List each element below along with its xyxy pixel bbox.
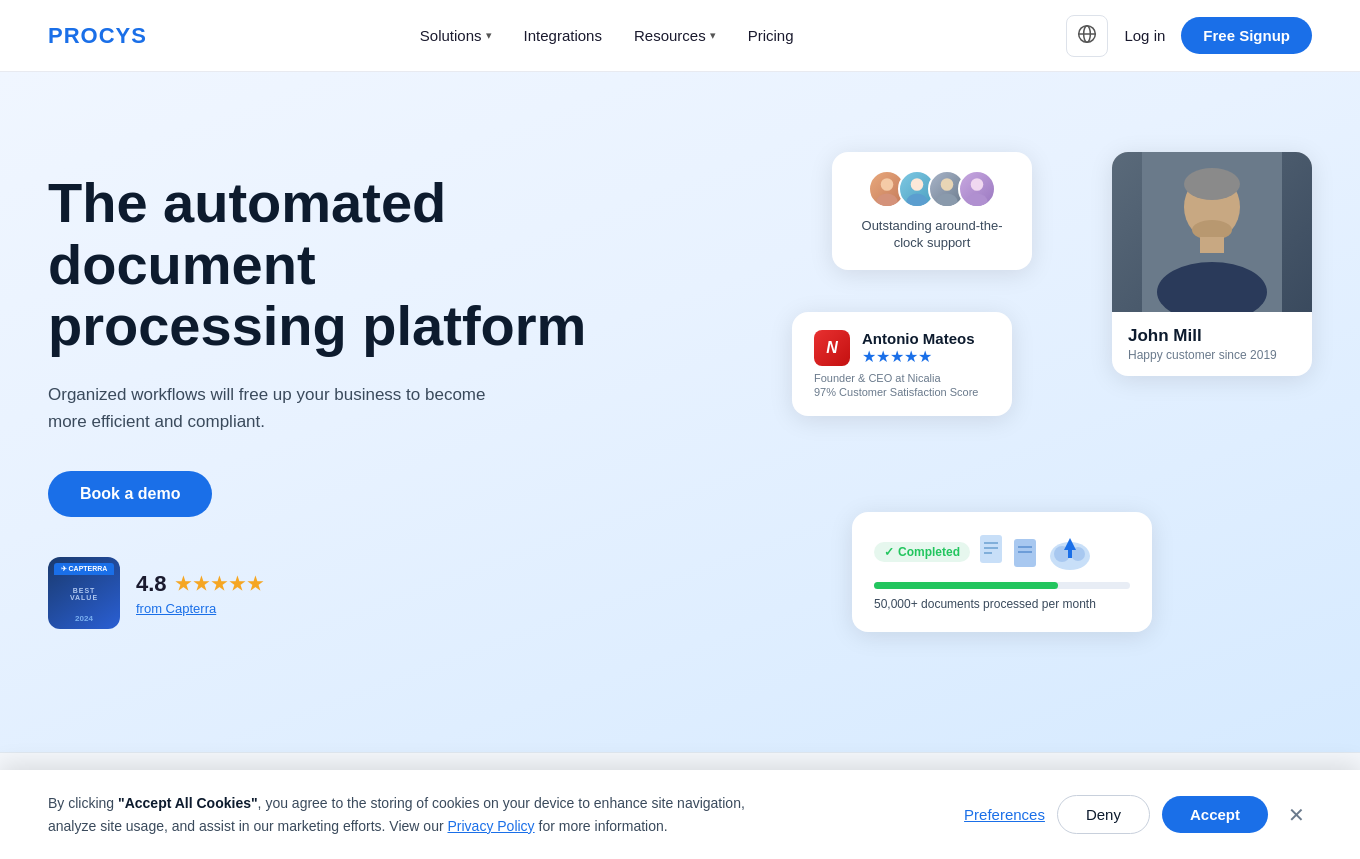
avatar bbox=[958, 170, 996, 208]
progress-bar-wrap bbox=[874, 582, 1130, 589]
svg-point-5 bbox=[911, 178, 924, 191]
john-name: John Mill bbox=[1128, 326, 1296, 346]
nav-pricing[interactable]: Pricing bbox=[748, 27, 794, 44]
completed-row: Completed bbox=[874, 530, 1130, 574]
cookie-buttons: Preferences Deny Accept ✕ bbox=[964, 795, 1312, 833]
svg-point-3 bbox=[881, 178, 894, 191]
hero-cards: Outstanding around-the-clock support bbox=[792, 152, 1312, 632]
john-card: John Mill Happy customer since 2019 bbox=[1112, 152, 1312, 376]
john-info: John Mill Happy customer since 2019 bbox=[1112, 312, 1312, 376]
support-text: Outstanding around-the-clock support bbox=[854, 218, 1010, 252]
hero-subtitle: Organized workflows will free up your bu… bbox=[48, 381, 528, 435]
review-score: 97% Customer Satisfaction Score bbox=[814, 386, 990, 398]
accept-button[interactable]: Accept bbox=[1162, 796, 1268, 833]
nav-solutions[interactable]: Solutions ▾ bbox=[420, 27, 492, 44]
signup-button[interactable]: Free Signup bbox=[1181, 17, 1312, 54]
cookie-text: By clicking "Accept All Cookies", you ag… bbox=[48, 792, 748, 833]
doc-icon bbox=[978, 535, 1006, 569]
navbar: PROCYS Solutions ▾ Integrations Resource… bbox=[0, 0, 1360, 72]
review-logo: N bbox=[814, 330, 850, 366]
docs-count: 50,000+ documents processed per month bbox=[874, 597, 1130, 611]
nav-integrations[interactable]: Integrations bbox=[524, 27, 602, 44]
support-avatars bbox=[854, 170, 1010, 208]
globe-icon bbox=[1077, 24, 1097, 47]
reviewer-role: Founder & CEO at Nicalia bbox=[814, 372, 990, 384]
svg-point-4 bbox=[876, 193, 897, 206]
capterra-link[interactable]: from Capterra bbox=[136, 601, 265, 616]
review-card: N Antonio Mateos ★★★★★ Founder & CEO at … bbox=[792, 312, 1012, 416]
rating-info: 4.8 ★★★★★ from Capterra bbox=[136, 571, 265, 616]
reviewer-name: Antonio Mateos bbox=[862, 330, 975, 347]
nav-resources[interactable]: Resources ▾ bbox=[634, 27, 716, 44]
language-button[interactable] bbox=[1066, 15, 1108, 57]
logo: PROCYS bbox=[48, 23, 147, 49]
progress-bar-fill bbox=[874, 582, 1058, 589]
capterra-badge: ✈ CAPTERRA BEST VALUE 2024 bbox=[48, 557, 120, 629]
review-header: N Antonio Mateos ★★★★★ bbox=[814, 330, 990, 366]
capterra-row: ✈ CAPTERRA BEST VALUE 2024 4.8 ★★★★★ fro… bbox=[48, 557, 608, 629]
rating-score: 4.8 bbox=[136, 571, 167, 597]
svg-point-9 bbox=[971, 178, 984, 191]
john-photo bbox=[1112, 152, 1312, 312]
hero-section: The automated document processing platfo… bbox=[0, 72, 1360, 752]
svg-point-6 bbox=[906, 193, 927, 206]
svg-rect-28 bbox=[1068, 550, 1072, 558]
chevron-down-icon: ▾ bbox=[710, 29, 716, 42]
svg-point-7 bbox=[941, 178, 954, 191]
close-icon: ✕ bbox=[1288, 803, 1305, 827]
rating-stars: ★★★★★ bbox=[175, 573, 265, 595]
privacy-policy-link[interactable]: Privacy Policy bbox=[447, 818, 534, 833]
completed-badge: Completed bbox=[874, 542, 970, 562]
support-card: Outstanding around-the-clock support bbox=[832, 152, 1032, 270]
nav-links: Solutions ▾ Integrations Resources ▾ Pri… bbox=[420, 27, 794, 44]
cookie-banner: By clicking "Accept All Cookies", you ag… bbox=[0, 770, 1360, 833]
review-stars: ★★★★★ bbox=[862, 347, 975, 366]
completed-card: Completed bbox=[852, 512, 1152, 632]
nav-right: Log in Free Signup bbox=[1066, 15, 1312, 57]
hero-left: The automated document processing platfo… bbox=[48, 152, 608, 629]
svg-rect-17 bbox=[980, 535, 1002, 563]
svg-point-10 bbox=[966, 193, 987, 206]
hero-title: The automated document processing platfo… bbox=[48, 172, 608, 357]
doc-icon bbox=[1012, 535, 1040, 569]
preferences-button[interactable]: Preferences bbox=[964, 806, 1045, 823]
cloud-upload-icon bbox=[1046, 530, 1094, 574]
book-demo-button[interactable]: Book a demo bbox=[48, 471, 212, 517]
deny-button[interactable]: Deny bbox=[1057, 795, 1150, 833]
svg-point-8 bbox=[936, 193, 957, 206]
close-cookie-button[interactable]: ✕ bbox=[1280, 799, 1312, 831]
chevron-down-icon: ▾ bbox=[486, 29, 492, 42]
john-subtitle: Happy customer since 2019 bbox=[1128, 348, 1296, 362]
svg-rect-21 bbox=[1014, 539, 1036, 567]
svg-rect-15 bbox=[1200, 237, 1224, 253]
doc-icons bbox=[978, 530, 1094, 574]
svg-point-13 bbox=[1184, 168, 1240, 200]
login-button[interactable]: Log in bbox=[1124, 27, 1165, 44]
